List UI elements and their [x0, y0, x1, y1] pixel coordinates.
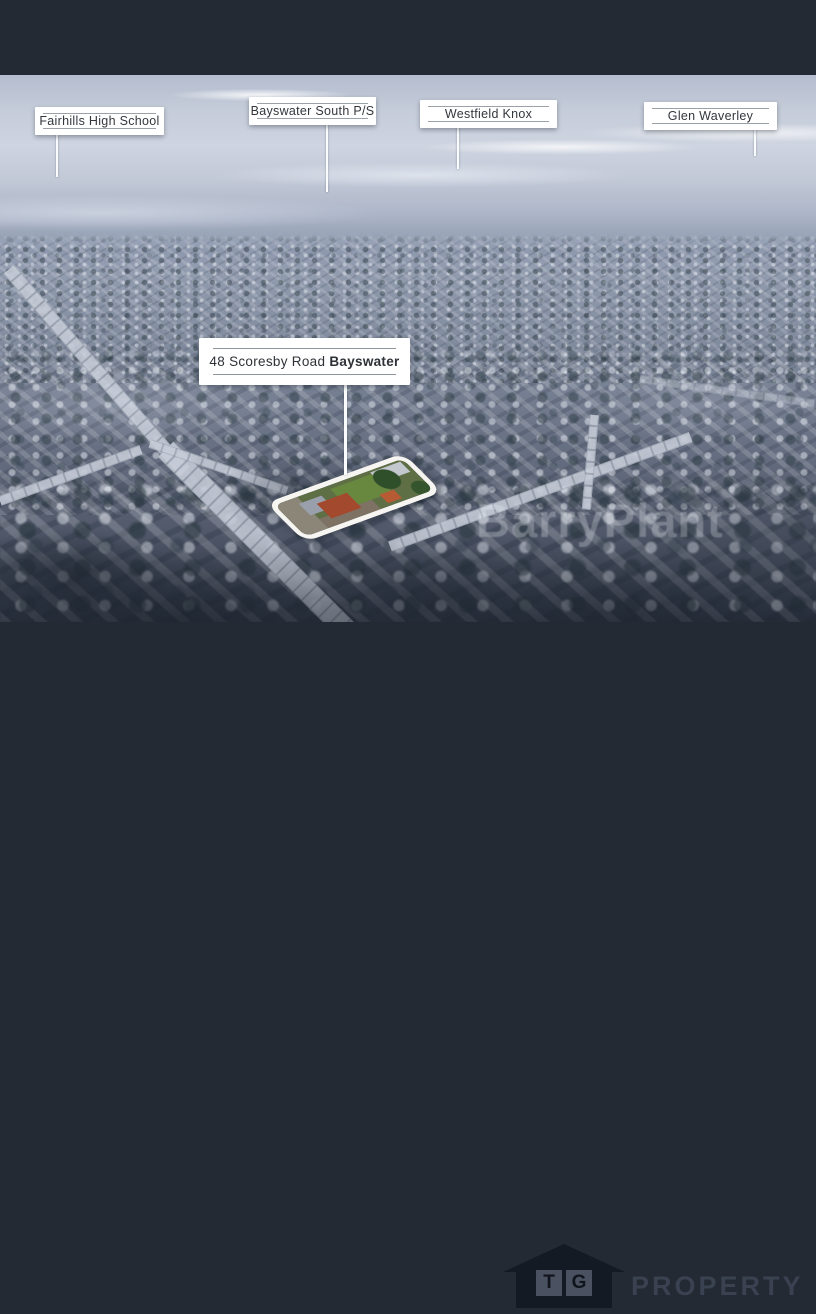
label-rule-top: [652, 108, 769, 109]
label-rule-bottom: [213, 374, 396, 375]
label-rule-top: [213, 348, 396, 349]
tg-property-logo: T G PROPERTY: [503, 1244, 813, 1314]
leader-line-bayswater-south-ps: [326, 124, 328, 192]
property-address-label: 48 Scoresby Road Bayswater: [199, 338, 410, 385]
map-label-text: Westfield Knox: [445, 108, 532, 121]
map-label-glen-waverley: Glen Waverley: [644, 102, 777, 130]
label-rule-bottom: [257, 118, 368, 119]
footer-bar: T G PROPERTY: [0, 622, 816, 696]
top-bar: [0, 0, 816, 75]
label-rule-bottom: [652, 123, 769, 124]
map-label-westfield-knox: Westfield Knox: [420, 100, 557, 128]
label-rule-top: [43, 113, 156, 114]
aerial-photo: BarryPlant 48 Scoresby Road Bayswater Fa…: [0, 75, 816, 622]
photographer-watermark: BarryPlant: [476, 493, 724, 548]
map-label-text: Glen Waverley: [668, 110, 753, 123]
logo-letter-g: G: [566, 1270, 592, 1296]
label-rule-top: [428, 106, 549, 107]
label-rule-bottom: [43, 128, 156, 129]
roof-icon: [503, 1244, 625, 1272]
house-icon: T G: [503, 1244, 625, 1308]
map-label-text: Fairhills High School: [39, 115, 159, 128]
logo-wordmark: PROPERTY: [631, 1271, 804, 1302]
house-body: T G: [516, 1272, 612, 1308]
label-rule-top: [257, 103, 368, 104]
leader-line-westfield-knox: [457, 127, 459, 169]
label-rule-bottom: [428, 121, 549, 122]
map-label-bayswater-south-ps: Bayswater South P/S: [249, 97, 376, 125]
address-suburb: Bayswater: [329, 354, 399, 369]
property-address-text: 48 Scoresby Road Bayswater: [209, 355, 399, 369]
map-label-text: Bayswater South P/S: [251, 105, 375, 118]
leader-line-property: [344, 384, 347, 475]
leader-line-glen-waverley: [754, 129, 756, 156]
sky: [0, 75, 816, 245]
address-street: 48 Scoresby Road: [209, 354, 325, 369]
map-label-fairhills-high-school: Fairhills High School: [35, 107, 164, 135]
leader-line-fairhills-high-school: [56, 134, 58, 177]
logo-letter-t: T: [536, 1270, 562, 1296]
